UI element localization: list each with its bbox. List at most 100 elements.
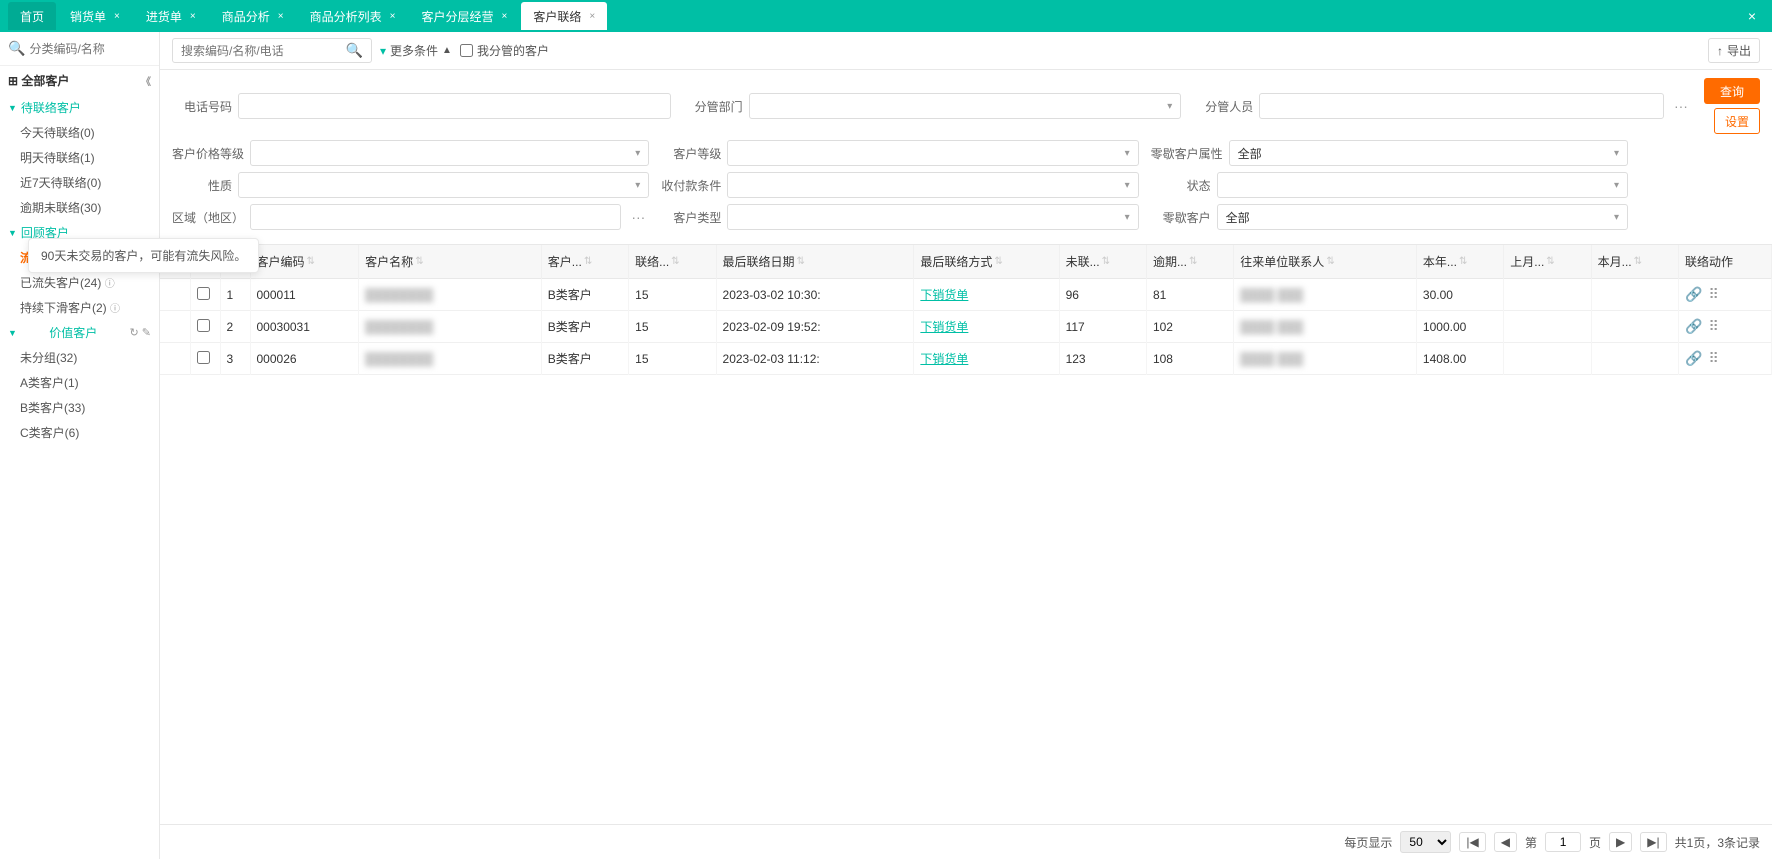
sidebar-item-class-a[interactable]: A类客户(1) — [0, 370, 159, 395]
nav-tab-customer-segment[interactable]: 客户分层经营 × — [409, 2, 519, 30]
sidebar-item-unclassified[interactable]: 未分组(32) — [0, 345, 159, 370]
th-last-contact-method[interactable]: 最后联络方式 ⇅ — [914, 245, 1059, 279]
nav-tab-product-analysis-list[interactable]: 商品分析列表 × — [298, 2, 408, 30]
more-filter-button[interactable]: ▾ 更多条件 ▲ — [380, 42, 452, 59]
row-checkbox[interactable] — [197, 287, 210, 300]
contact-action-icon[interactable]: 🔗 — [1685, 350, 1702, 367]
product-analysis-list-tab-close[interactable]: × — [390, 11, 396, 22]
td-customer-type: B类客户 — [541, 279, 628, 311]
customer-contact-tab-label: 客户联络 — [533, 8, 581, 25]
name-sort-icon: ⇅ — [415, 256, 423, 267]
td-contacts: ████ ███ — [1234, 343, 1417, 375]
th-uncontacted[interactable]: 未联... ⇅ — [1059, 245, 1146, 279]
dept-select[interactable]: ▾ — [749, 93, 1182, 119]
filter-zero-attr: 零歇客户属性 全部 ▾ — [1151, 140, 1628, 166]
product-analysis-tab-close[interactable]: × — [278, 11, 284, 22]
row-checkbox[interactable] — [197, 351, 210, 364]
contact-method-link[interactable]: 下销货单 — [920, 288, 968, 302]
my-customers-checkbox-area[interactable]: 我分管的客户 — [460, 42, 549, 59]
nav-tab-home[interactable]: 首页 — [8, 2, 56, 30]
region-more-button[interactable]: ··· — [627, 209, 649, 225]
filter-row-3: 性质 ▾ 收付款条件 ▾ 状态 — [172, 172, 1760, 198]
my-customers-checkbox[interactable] — [460, 44, 473, 57]
more-action-icon[interactable]: ⠿ — [1708, 350, 1718, 367]
first-page-button[interactable]: |◀ — [1459, 832, 1485, 852]
region-select[interactable] — [250, 204, 621, 230]
th-this-year[interactable]: 本年... ⇅ — [1416, 245, 1503, 279]
td-customer-type: B类客户 — [541, 343, 628, 375]
customer-contact-tab-close[interactable]: × — [589, 11, 595, 22]
person-label: 分管人员 — [1193, 98, 1253, 115]
th-last-month[interactable]: 上月... ⇅ — [1504, 245, 1591, 279]
th-last-contact-date[interactable]: 最后联络日期 ⇅ — [716, 245, 914, 279]
prev-page-button[interactable]: ◀ — [1494, 832, 1517, 852]
th-name[interactable]: 客户名称 ⇅ — [359, 245, 542, 279]
search-box[interactable]: 🔍 — [172, 38, 372, 63]
th-contact[interactable]: 联络... ⇅ — [629, 245, 716, 279]
nav-tab-sales[interactable]: 销货单 × — [58, 2, 132, 30]
sidebar-item-overdue-contact[interactable]: 逾期未联络(30) — [0, 195, 159, 220]
page-number-input[interactable] — [1545, 832, 1581, 852]
sidebar-item-declining[interactable]: 持续下滑客户(2) ⓘ — [0, 295, 159, 320]
td-last-contact-method[interactable]: 下销货单 — [914, 343, 1059, 375]
all-customers-title[interactable]: ⊞ 全部客户 《 — [0, 66, 159, 95]
customer-segment-tab-close[interactable]: × — [501, 11, 507, 22]
contact-action-icon[interactable]: 🔗 — [1685, 318, 1702, 335]
th-code[interactable]: 客户编码 ⇅ — [250, 245, 359, 279]
contact-method-link[interactable]: 下销货单 — [920, 352, 968, 366]
level-select[interactable]: ▾ — [727, 140, 1138, 166]
person-more-button[interactable]: ··· — [1670, 98, 1692, 114]
td-settings — [160, 343, 190, 375]
th-contacts[interactable]: 往来单位联系人 ⇅ — [1234, 245, 1417, 279]
search-input[interactable] — [181, 44, 342, 58]
page-size-select[interactable]: 50 10 20 100 — [1400, 831, 1451, 853]
export-button[interactable]: ↑ 导出 — [1708, 38, 1760, 63]
nav-tab-customer-contact[interactable]: 客户联络 × — [521, 2, 607, 30]
sidebar-item-class-c[interactable]: C类客户(6) — [0, 420, 159, 445]
sales-tab-close[interactable]: × — [114, 11, 120, 22]
td-last-contact-method[interactable]: 下销货单 — [914, 279, 1059, 311]
price-level-label: 客户价格等级 — [172, 145, 244, 162]
th-overdue[interactable]: 逾期... ⇅ — [1146, 245, 1233, 279]
query-button[interactable]: 查询 — [1704, 78, 1760, 104]
sidebar-item-today[interactable]: 今天待联络(0) — [0, 120, 159, 145]
overdue-sort-icon: ⇅ — [1189, 256, 1197, 267]
price-level-select[interactable]: ▾ — [250, 140, 649, 166]
status-label: 状态 — [1151, 177, 1211, 194]
purchase-tab-close[interactable]: × — [190, 11, 196, 22]
th-customer-type[interactable]: 客户... ⇅ — [541, 245, 628, 279]
td-checkbox[interactable] — [190, 279, 220, 311]
nature-select[interactable]: ▾ — [238, 172, 649, 198]
zero-attr-select[interactable]: 全部 ▾ — [1229, 140, 1628, 166]
phone-input[interactable] — [238, 93, 671, 119]
sidebar-group-pending[interactable]: 待联络客户 — [0, 95, 159, 120]
last-page-button[interactable]: ▶| — [1640, 832, 1666, 852]
payment-select[interactable]: ▾ — [727, 172, 1138, 198]
sidebar-item-7days[interactable]: 近7天待联络(0) — [0, 170, 159, 195]
type-select[interactable]: ▾ — [727, 204, 1138, 230]
more-action-icon[interactable]: ⠿ — [1708, 318, 1718, 335]
nav-tab-purchase[interactable]: 进货单 × — [134, 2, 208, 30]
th-this-month[interactable]: 本月... ⇅ — [1591, 245, 1678, 279]
filter-type: 客户类型 ▾ — [661, 204, 1138, 230]
zero-customer-select[interactable]: 全部 ▾ — [1217, 204, 1628, 230]
td-checkbox[interactable] — [190, 343, 220, 375]
next-page-button[interactable]: ▶ — [1609, 832, 1632, 852]
more-action-icon[interactable]: ⠿ — [1708, 286, 1718, 303]
contact-method-link[interactable]: 下销货单 — [920, 320, 968, 334]
search-icon[interactable]: 🔍 — [346, 42, 363, 59]
nav-tab-product-analysis[interactable]: 商品分析 × — [210, 2, 296, 30]
sidebar-item-tomorrow[interactable]: 明天待联络(1) — [0, 145, 159, 170]
settings-button[interactable]: 设置 — [1714, 108, 1760, 134]
sidebar-group-value[interactable]: 价值客户 ↻ ✎ — [0, 320, 159, 345]
close-all-button[interactable]: × — [1740, 4, 1764, 28]
row-checkbox[interactable] — [197, 319, 210, 332]
sidebar-item-already-lost[interactable]: 已流失客户(24) ⓘ — [0, 270, 159, 295]
sidebar-item-class-b[interactable]: B类客户(33) — [0, 395, 159, 420]
status-select[interactable]: ▾ — [1217, 172, 1628, 198]
td-checkbox[interactable] — [190, 311, 220, 343]
person-select[interactable] — [1259, 93, 1664, 119]
sidebar-search-input[interactable] — [29, 42, 160, 56]
td-last-contact-method[interactable]: 下销货单 — [914, 311, 1059, 343]
contact-action-icon[interactable]: 🔗 — [1685, 286, 1702, 303]
